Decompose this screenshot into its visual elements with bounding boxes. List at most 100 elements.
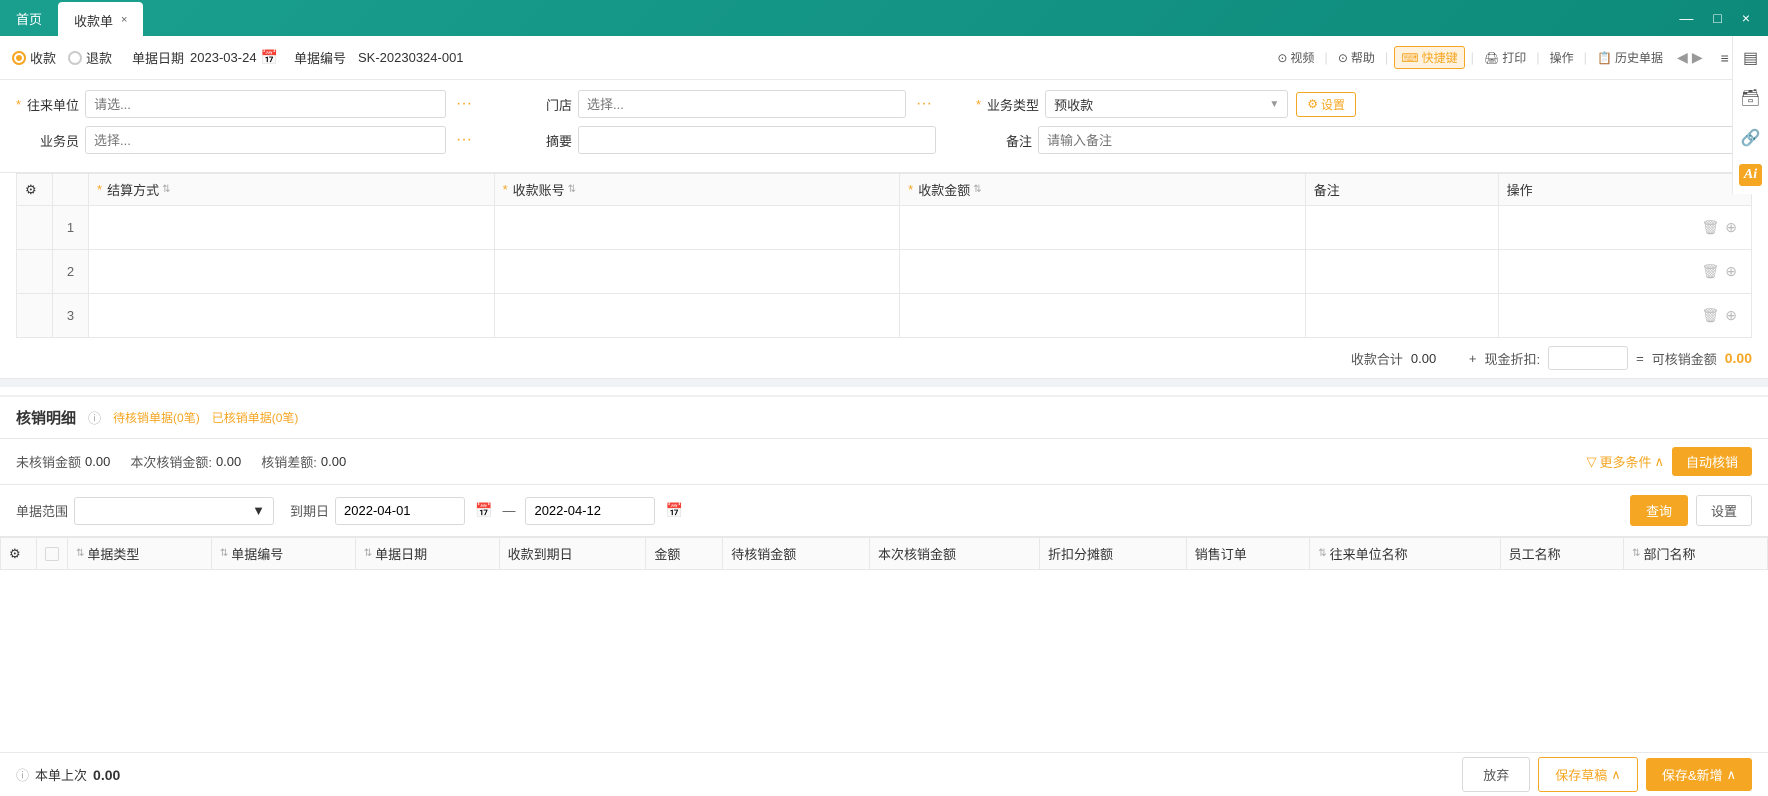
radio-refund[interactable]: 退款 — [68, 48, 112, 67]
row-2-settlement[interactable] — [89, 250, 495, 294]
bt-th-settings[interactable]: ⚙ — [1, 538, 37, 570]
auto-verify-btn[interactable]: 自动核销 — [1672, 447, 1752, 476]
verify-info-icon[interactable]: ⓘ — [88, 408, 101, 427]
row-3-settlement[interactable] — [89, 294, 495, 338]
biz-type-select[interactable]: 预收款 ▼ — [1045, 90, 1288, 118]
th-settings[interactable]: ⚙ — [17, 174, 53, 206]
top-nav: 首页 收款单 × — □ × — [0, 0, 1768, 36]
pending-tab[interactable]: 待核销单据(0笔) — [113, 409, 200, 426]
bt-col-order: 销售订单 — [1195, 547, 1247, 562]
home-tab-label: 首页 — [16, 9, 42, 28]
minimize-icon[interactable]: — — [1673, 8, 1699, 28]
row-3-remark[interactable] — [1305, 294, 1498, 338]
biz-type-field: * 业务类型 预收款 ▼ ⚙ 设置 — [976, 90, 1356, 118]
draft-btn[interactable]: 保存草稿 ∧ — [1538, 757, 1638, 792]
row-2-account[interactable] — [494, 250, 900, 294]
video-btn[interactable]: ⊙ 视频 — [1273, 47, 1318, 68]
unit-input[interactable] — [85, 90, 446, 118]
row-2-remark[interactable] — [1305, 250, 1498, 294]
row-1-remark[interactable] — [1305, 206, 1498, 250]
print-btn[interactable]: 🖨 打印 — [1480, 47, 1530, 68]
row-1-ops: 🗑 ⊕ — [1505, 219, 1745, 236]
copy-icon-row2[interactable]: ⊕ — [1725, 263, 1737, 280]
row-3-amount[interactable] — [900, 294, 1306, 338]
calendar-start-icon[interactable]: 📅 — [475, 502, 492, 519]
list-view-btn[interactable]: ≡ — [1717, 48, 1733, 68]
panel-table-icon[interactable]: ▤ — [1739, 44, 1762, 72]
summary-input[interactable] — [578, 126, 936, 154]
staff-more-btn[interactable]: ··· — [452, 131, 476, 149]
radio-receipt[interactable]: 收款 — [12, 48, 56, 67]
filter-settings-btn[interactable]: 设置 — [1696, 495, 1752, 526]
due-date-end[interactable] — [525, 497, 655, 525]
staff-label: 业务员 — [23, 131, 79, 150]
row-1-account[interactable] — [494, 206, 900, 250]
store-input[interactable] — [578, 90, 906, 118]
close-window-icon[interactable]: × — [1736, 8, 1756, 28]
shortcut-btn[interactable]: ⌨ 快捷键 — [1394, 46, 1464, 69]
abandon-btn[interactable]: 放弃 — [1462, 757, 1530, 792]
due-date-start[interactable] — [335, 497, 465, 525]
biz-required-mark: * — [976, 97, 981, 112]
history-btn[interactable]: 📋 历史单据 — [1593, 47, 1667, 68]
close-tab-icon[interactable]: × — [121, 14, 127, 26]
bt-col-date: 单据日期 — [375, 544, 427, 563]
remark-input[interactable] — [1038, 126, 1752, 154]
bt-col-amount: 金额 — [654, 547, 680, 562]
settings-btn[interactable]: ⚙ 设置 — [1296, 92, 1356, 117]
delete-icon-row3[interactable]: 🗑 — [1701, 307, 1719, 324]
panel-ai-icon[interactable]: Ai — [1739, 164, 1762, 186]
copy-icon-row1[interactable]: ⊕ — [1725, 219, 1737, 236]
available-value: 0.00 — [1725, 350, 1752, 366]
sort-icon-account[interactable]: ⇅ — [568, 184, 576, 195]
help-btn[interactable]: ⊙ 帮助 — [1334, 47, 1379, 68]
nav-prev-icon[interactable]: ◀ — [1677, 49, 1688, 66]
delete-icon-row1[interactable]: 🗑 — [1701, 219, 1719, 236]
filter-icon: ▽ — [1586, 454, 1596, 470]
done-tab[interactable]: 已核销单据(0笔) — [212, 409, 299, 426]
th-account-label: 收款账号 — [513, 180, 565, 199]
delete-icon-row2[interactable]: 🗑 — [1701, 263, 1719, 280]
active-tab[interactable]: 收款单 × — [58, 2, 143, 38]
select-all-checkbox[interactable] — [45, 547, 59, 561]
bt-th-type: ⇅ 单据类型 — [68, 538, 212, 570]
panel-archive-icon[interactable]: 🗃 — [1736, 84, 1764, 112]
range-select[interactable]: ▼ — [74, 497, 274, 525]
row-3-account[interactable] — [494, 294, 900, 338]
query-btn[interactable]: 查询 — [1630, 495, 1688, 526]
copy-icon-row3[interactable]: ⊕ — [1725, 307, 1737, 324]
row-1-amount[interactable] — [900, 206, 1306, 250]
form-row-1: * 往来单位 ··· 门店 ··· * 业务类型 预收款 ▼ ⚙ — [16, 90, 1752, 118]
staff-input[interactable] — [85, 126, 446, 154]
unit-more-btn[interactable]: ··· — [452, 95, 476, 113]
save-new-btn[interactable]: 保存&新增 ∧ — [1646, 758, 1752, 791]
ops-label: 操作 — [1550, 49, 1574, 66]
bt-th-num: ⇅ 单据编号 — [211, 538, 355, 570]
available-label: 可核销金额 — [1652, 349, 1717, 368]
row-settings-cell-3 — [17, 294, 53, 338]
bt-th-pending: 待核销金额 — [723, 538, 870, 570]
maximize-icon[interactable]: □ — [1707, 8, 1727, 28]
home-tab[interactable]: 首页 — [0, 0, 58, 36]
toolbar-row: 收款 退款 单据日期 2023-03-24 📅 单据编号 SK-20230324… — [0, 36, 1768, 80]
sort-icon-settlement[interactable]: ⇅ — [162, 184, 170, 195]
nav-next-icon[interactable]: ▶ — [1692, 49, 1703, 66]
calendar-icon[interactable]: 📅 — [261, 49, 278, 66]
video-icon: ⊙ — [1277, 51, 1287, 65]
bt-col-num: 单据编号 — [231, 544, 283, 563]
discount-input[interactable] — [1548, 346, 1628, 370]
store-more-btn[interactable]: ··· — [912, 95, 936, 113]
row-settings-cell — [17, 206, 53, 250]
row-2-amount[interactable] — [900, 250, 1306, 294]
bt-col-current: 本次核销金额 — [878, 547, 956, 562]
panel-link-icon[interactable]: 🔗 — [1737, 124, 1765, 152]
row-1-settlement[interactable] — [89, 206, 495, 250]
ops-btn[interactable]: 操作 — [1546, 47, 1578, 68]
more-conditions-btn[interactable]: ▽ 更多条件 ∧ — [1586, 447, 1664, 476]
range-field: 单据范围 ▼ — [16, 497, 274, 525]
footer-bar: ⓘ 本单上次 0.00 放弃 保存草稿 ∧ 保存&新增 ∧ — [0, 752, 1768, 796]
calendar-end-icon[interactable]: 📅 — [665, 502, 682, 519]
footer-info-icon[interactable]: ⓘ — [16, 765, 29, 784]
sort-icon-amount[interactable]: ⇅ — [973, 184, 981, 195]
verify-header: 核销明细 ⓘ 待核销单据(0笔) 已核销单据(0笔) — [0, 397, 1768, 439]
